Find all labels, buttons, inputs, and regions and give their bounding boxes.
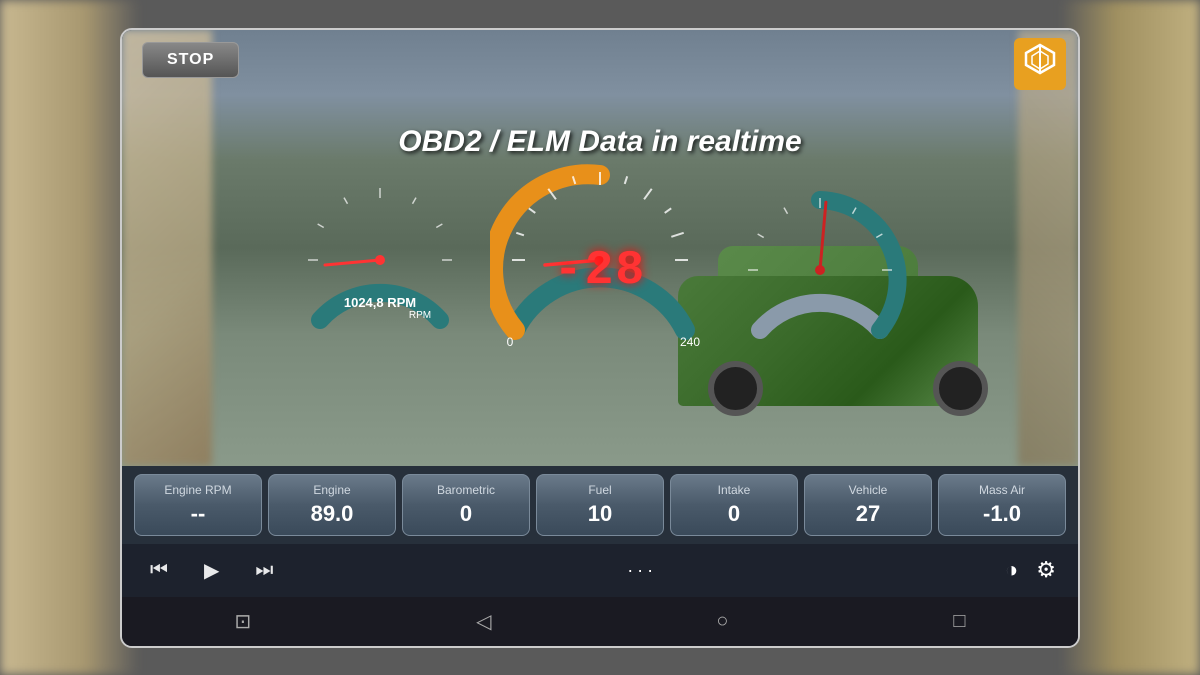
android-nav: ⊡ ◁ ○ □ — [122, 597, 1078, 646]
data-cards-row: Engine RPM -- Engine 89.0 Barometric 0 F… — [122, 466, 1078, 544]
card-value: -- — [141, 501, 255, 527]
brand-logo — [1014, 38, 1066, 90]
renault-icon — [1022, 43, 1058, 85]
card-label: Mass Air — [945, 483, 1059, 497]
screenshot-button[interactable]: ⊡ — [204, 605, 281, 638]
svg-text:240: 240 — [680, 335, 700, 349]
rpm-gauge: RPM 1024,8 RPM — [290, 170, 470, 350]
card-value: 89.0 — [275, 501, 389, 527]
transport-bar: ⏮ ▶ ⏭ ··· ◑ ⚙ — [122, 544, 1078, 597]
speed-display: -28 — [554, 244, 646, 298]
data-card-vehicle: Vehicle 27 — [804, 474, 932, 536]
card-value: 0 — [409, 501, 523, 527]
stop-button[interactable]: STOP — [142, 42, 239, 78]
card-value: 0 — [677, 501, 791, 527]
display-area: STOP OBD2 / ELM Data in realtime — [122, 30, 1078, 466]
play-button[interactable]: ▶ — [196, 554, 227, 587]
rpm-value: 1024,8 RPM — [344, 295, 416, 310]
data-card-fuel: Fuel 10 — [536, 474, 664, 536]
app-title: OBD2 / ELM Data in realtime — [398, 125, 801, 159]
skip-forward-button[interactable]: ⏭ — [247, 555, 281, 586]
settings-button[interactable]: ⚙ — [1034, 555, 1058, 585]
skip-back-button[interactable]: ⏮ — [142, 555, 176, 586]
card-value: -1.0 — [945, 501, 1059, 527]
display-button[interactable]: ◑ — [1003, 555, 1020, 585]
main-frame: STOP OBD2 / ELM Data in realtime — [120, 28, 1080, 648]
card-label: Intake — [677, 483, 791, 497]
home-button[interactable]: ○ — [686, 606, 758, 637]
data-card-engine: Engine 89.0 — [268, 474, 396, 536]
back-button[interactable]: ◁ — [446, 605, 521, 638]
transport-dots: ··· — [301, 560, 983, 581]
svg-text:RPM: RPM — [409, 310, 431, 321]
right-gauge — [730, 180, 910, 360]
card-label: Vehicle — [811, 483, 925, 497]
recent-button[interactable]: □ — [923, 606, 995, 637]
card-value: 10 — [543, 501, 657, 527]
data-card-barometric: Barometric 0 — [402, 474, 530, 536]
gauges-container: RPM 1024,8 RPM — [122, 150, 1078, 466]
data-card-mass-air: Mass Air -1.0 — [938, 474, 1066, 536]
speed-gauge: 0 240 -28 — [490, 150, 710, 370]
data-card-intake: Intake 0 — [670, 474, 798, 536]
card-label: Engine RPM — [141, 483, 255, 497]
card-label: Barometric — [409, 483, 523, 497]
data-card-engine-rpm: Engine RPM -- — [134, 474, 262, 536]
svg-text:0: 0 — [507, 335, 514, 349]
card-label: Fuel — [543, 483, 657, 497]
card-value: 27 — [811, 501, 925, 527]
card-label: Engine — [275, 483, 389, 497]
